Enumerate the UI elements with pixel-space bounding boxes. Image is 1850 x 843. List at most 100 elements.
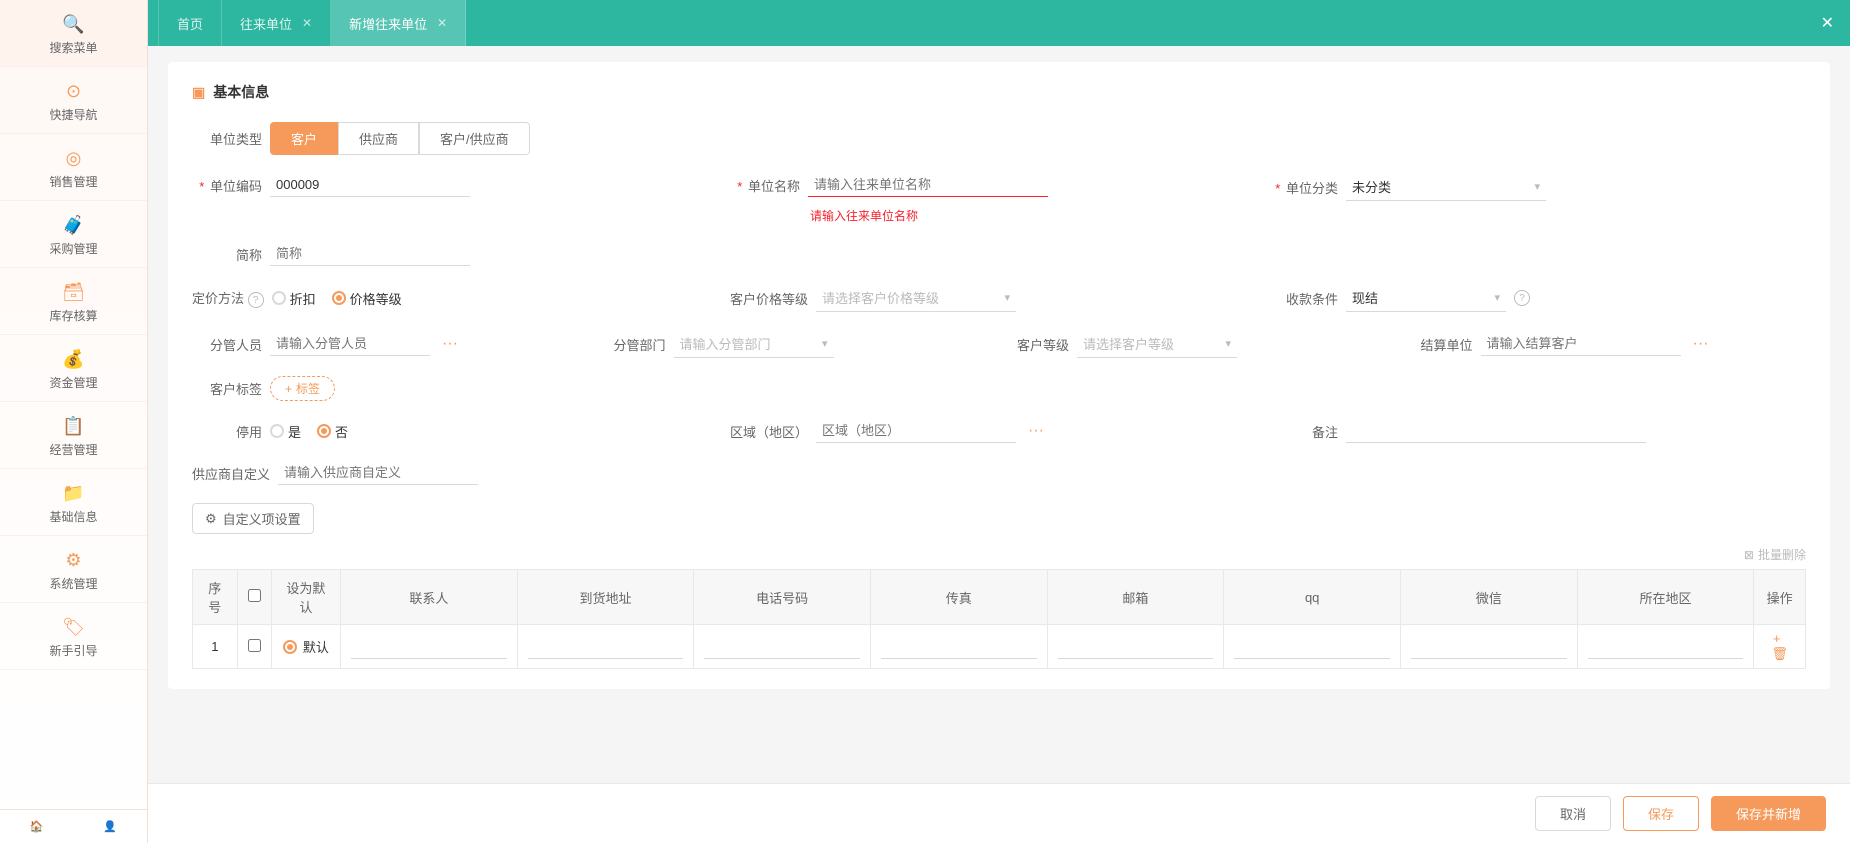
- sidebar-label-finance: 资金管理: [49, 374, 97, 391]
- row-contact[interactable]: [341, 625, 518, 669]
- add-tag-btn[interactable]: + 标签: [270, 376, 335, 401]
- tab-partner-list[interactable]: 往来单位 ✕: [222, 0, 331, 46]
- sidebar-item-finance[interactable]: 💰 资金管理: [0, 335, 147, 402]
- row-contact-input[interactable]: [351, 635, 507, 659]
- sidebar-item-operations[interactable]: 📋 经营管理: [0, 402, 147, 469]
- unit-type-label: 单位类型: [192, 129, 262, 148]
- sidebar-item-inventory[interactable]: 🗃 库存核算: [0, 268, 147, 335]
- unit-category-group: * 单位分类 未分类 ▾: [1268, 173, 1806, 201]
- col-wechat: 微信: [1401, 570, 1578, 625]
- sidebar-item-basicinfo[interactable]: 📁 基础信息: [0, 469, 147, 536]
- unit-category-value: 未分类: [1352, 177, 1391, 196]
- manager-group: 分管人员 ···: [192, 332, 596, 356]
- region-input[interactable]: [816, 419, 1016, 443]
- customer-level-select[interactable]: 请选择客户等级 ▾: [1077, 330, 1237, 358]
- pricing-help-icon[interactable]: ?: [248, 292, 264, 308]
- col-action: 操作: [1754, 570, 1806, 625]
- pricing-pricelevel-option[interactable]: 价格等级: [332, 289, 402, 308]
- payment-terms-group: 收款条件 现结 ▾ ?: [1268, 284, 1806, 312]
- row-wechat[interactable]: [1401, 625, 1578, 669]
- section-title-text: 基本信息: [213, 82, 269, 102]
- sidebar-item-quicknav[interactable]: ⊙ 快捷导航: [0, 67, 147, 134]
- sidebar-label-purchase: 采购管理: [49, 240, 97, 257]
- save-button[interactable]: 保存: [1623, 796, 1699, 831]
- settlement-unit-more-btn[interactable]: ···: [1689, 335, 1713, 353]
- row-qq-input[interactable]: [1234, 635, 1390, 659]
- save-and-new-button[interactable]: 保存并新增: [1711, 796, 1826, 831]
- abbr-group: 简称: [192, 242, 1806, 266]
- unit-name-input[interactable]: [808, 173, 1048, 197]
- default-radio[interactable]: [283, 640, 297, 654]
- row-email[interactable]: [1047, 625, 1224, 669]
- row-qq[interactable]: [1224, 625, 1401, 669]
- tab-add-partner-close[interactable]: ✕: [437, 16, 447, 30]
- abbr-input[interactable]: [270, 242, 470, 266]
- supplier-custom-input[interactable]: [278, 461, 478, 485]
- disable-radio-group: 是 否: [270, 422, 348, 441]
- col-contact: 联系人: [341, 570, 518, 625]
- custom-settings-btn[interactable]: ⚙ 自定义项设置: [192, 503, 314, 534]
- row-fax[interactable]: [870, 625, 1047, 669]
- contacts-table: 序号 设为默认 联系人 到货地址 电话号码 传真 邮箱 qq 微信 所在地区 操…: [192, 569, 1806, 669]
- disable-no-option[interactable]: 否: [317, 422, 348, 441]
- row-checkbox[interactable]: [248, 639, 261, 652]
- unit-type-customer-btn[interactable]: 客户: [270, 122, 338, 155]
- sidebar-item-search[interactable]: 🔍 搜索菜单: [0, 0, 147, 67]
- sidebar-home-btn[interactable]: 🏠: [30, 820, 44, 833]
- row-region-input[interactable]: [1588, 635, 1744, 659]
- payment-terms-help-icon[interactable]: ?: [1514, 290, 1530, 306]
- pricing-row: 定价方法 ? 折扣 价格等级 客户: [192, 284, 1806, 312]
- sidebar-user-btn[interactable]: 👤: [103, 820, 117, 833]
- row-phone[interactable]: [694, 625, 871, 669]
- dept-chevron-icon: ▾: [822, 337, 828, 350]
- sidebar-item-purchase[interactable]: 🧳 采购管理: [0, 201, 147, 268]
- unit-type-supplier-btn[interactable]: 供应商: [338, 122, 419, 155]
- pricing-pricelevel-radio[interactable]: [332, 291, 346, 305]
- row-region[interactable]: [1577, 625, 1754, 669]
- row-wechat-input[interactable]: [1411, 635, 1567, 659]
- pricing-discount-option[interactable]: 折扣: [272, 289, 316, 308]
- row-email-input[interactable]: [1058, 635, 1214, 659]
- sidebar-label-quicknav: 快捷导航: [49, 106, 97, 123]
- sidebar-item-sysmgmt[interactable]: ⚙ 系统管理: [0, 536, 147, 603]
- dept-select[interactable]: 请输入分管部门 ▾: [674, 330, 834, 358]
- row-delete-btn[interactable]: 🗑: [1771, 646, 1788, 661]
- tab-add-partner-label: 新增往来单位: [349, 14, 427, 33]
- disable-yes-radio[interactable]: [270, 424, 284, 438]
- col-region: 所在地区: [1577, 570, 1754, 625]
- row-add-btn[interactable]: +: [1773, 631, 1781, 646]
- tab-home[interactable]: 首页: [158, 0, 222, 46]
- unit-code-group: * 单位编码: [192, 173, 730, 197]
- pricing-discount-radio[interactable]: [272, 291, 286, 305]
- row-fax-input[interactable]: [881, 635, 1037, 659]
- sidebar-label-operations: 经营管理: [49, 441, 97, 458]
- sidebar-item-sales[interactable]: ◎ 销售管理: [0, 134, 147, 201]
- manager-more-btn[interactable]: ···: [438, 335, 462, 353]
- newguide-icon: 🏷: [62, 617, 85, 638]
- row-phone-input[interactable]: [704, 635, 860, 659]
- disable-yes-option[interactable]: 是: [270, 422, 301, 441]
- unit-category-select[interactable]: 未分类 ▾: [1346, 173, 1546, 201]
- purchase-icon: 🧳: [62, 215, 84, 236]
- row-address[interactable]: [517, 625, 694, 669]
- supplier-custom-row: 供应商自定义: [192, 461, 1806, 485]
- tab-add-partner[interactable]: 新增往来单位 ✕: [331, 0, 466, 46]
- tab-close-all[interactable]: ✕: [1821, 13, 1834, 33]
- region-more-btn[interactable]: ···: [1024, 422, 1048, 440]
- unit-code-input[interactable]: [270, 173, 470, 197]
- select-all-checkbox[interactable]: [248, 589, 261, 602]
- customer-price-level-select[interactable]: 请选择客户价格等级 ▾: [816, 284, 1016, 312]
- sidebar-item-newguide[interactable]: 🏷 新手引导: [0, 603, 147, 670]
- cancel-button[interactable]: 取消: [1535, 796, 1611, 831]
- inventory-icon: 🗃: [62, 282, 85, 303]
- batch-delete-label[interactable]: 批量删除: [1758, 546, 1806, 563]
- row-address-input[interactable]: [528, 635, 684, 659]
- tab-partner-list-close[interactable]: ✕: [302, 16, 312, 30]
- unit-type-both-btn[interactable]: 客户/供应商: [419, 122, 530, 155]
- payment-terms-select[interactable]: 现结 ▾: [1346, 284, 1506, 312]
- row-default-cell: 默认: [271, 625, 341, 669]
- disable-no-radio[interactable]: [317, 424, 331, 438]
- manager-input[interactable]: [270, 332, 430, 356]
- settlement-unit-input[interactable]: [1481, 332, 1681, 356]
- remark-input[interactable]: [1346, 419, 1646, 443]
